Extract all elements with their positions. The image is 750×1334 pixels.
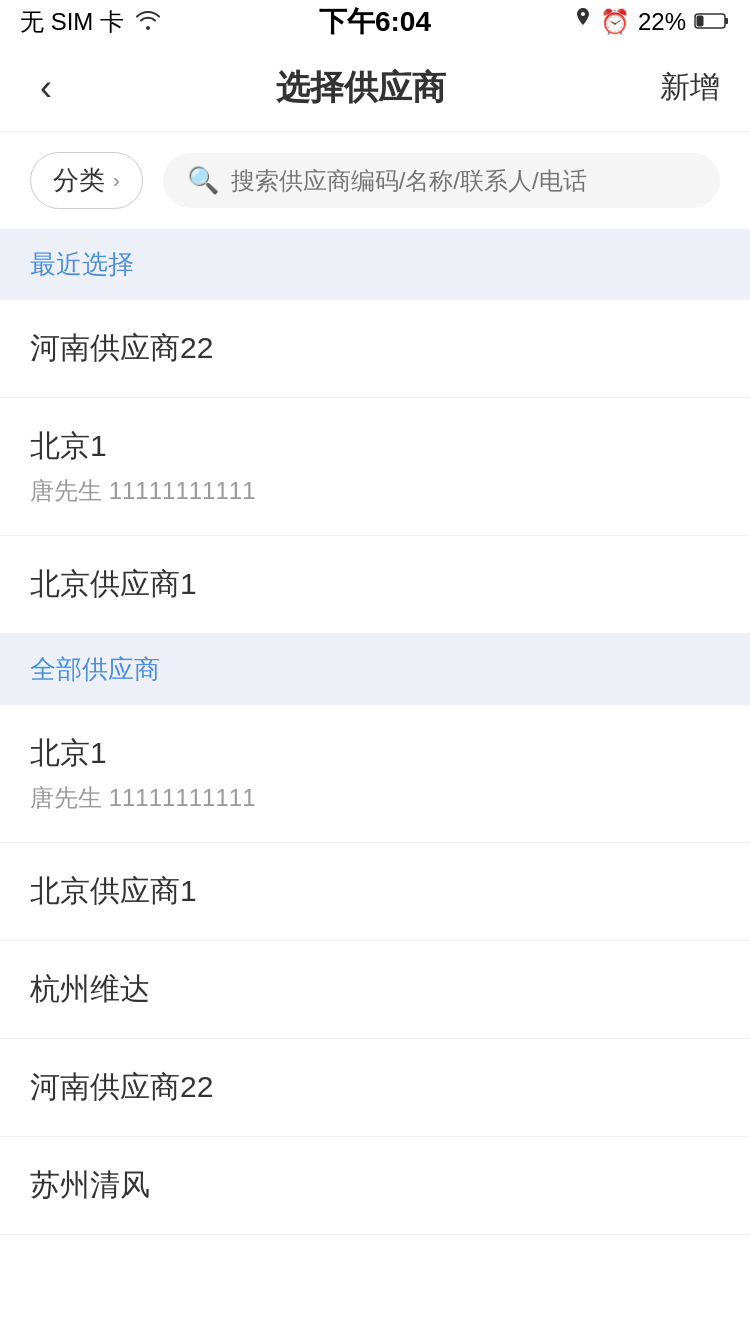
status-left: 无 SIM 卡: [20, 6, 162, 38]
list-item[interactable]: 北京供应商1: [0, 536, 750, 634]
all-list: 北京1 唐先生 11111111111 北京供应商1 杭州维达河南供应商22 苏州清风: [0, 705, 750, 1235]
search-box[interactable]: 🔍: [163, 153, 720, 208]
filter-bar: 分类 › 🔍: [0, 132, 750, 229]
nav-bar: ‹ 选择供应商 新增: [0, 44, 750, 132]
search-input[interactable]: [231, 167, 696, 195]
item-name: 北京供应商1: [30, 871, 720, 912]
list-item[interactable]: 北京1 唐先生 11111111111: [0, 398, 750, 536]
item-name: 河南供应商22: [30, 1067, 720, 1108]
add-button[interactable]: 新增: [660, 67, 720, 108]
svg-rect-2: [697, 16, 704, 27]
item-name: 北京1: [30, 733, 720, 774]
status-bar: 无 SIM 卡 下午6:04 ⏰ 22%: [0, 0, 750, 44]
list-item[interactable]: 河南供应商22: [0, 1039, 750, 1137]
carrier-text: 无 SIM 卡: [20, 6, 124, 38]
status-right: ⏰ 22%: [574, 8, 730, 36]
item-name: 河南供应商22: [30, 328, 720, 369]
item-name: 杭州维达: [30, 969, 720, 1010]
list-item[interactable]: 北京供应商1: [0, 843, 750, 941]
chevron-right-icon: ›: [113, 169, 120, 192]
back-button[interactable]: ‹: [30, 57, 62, 119]
recent-section-label: 最近选择: [30, 249, 134, 279]
battery-text: 22%: [638, 8, 686, 36]
category-label: 分类: [53, 163, 105, 198]
list-item[interactable]: 北京1 唐先生 11111111111: [0, 705, 750, 843]
page-title: 选择供应商: [276, 65, 446, 111]
recent-section-header: 最近选择: [0, 229, 750, 300]
svg-rect-1: [725, 18, 728, 24]
status-time: 下午6:04: [319, 3, 431, 41]
all-section-header: 全部供应商: [0, 634, 750, 705]
item-name: 苏州清风: [30, 1165, 720, 1206]
recent-list: 河南供应商22 北京1 唐先生 11111111111 北京供应商1: [0, 300, 750, 634]
item-name: 北京供应商1: [30, 564, 720, 605]
category-button[interactable]: 分类 ›: [30, 152, 143, 209]
search-icon: 🔍: [187, 165, 219, 196]
all-section-label: 全部供应商: [30, 654, 160, 684]
location-icon: [574, 8, 592, 36]
item-sub: 唐先生 11111111111: [30, 782, 720, 814]
battery-icon: [694, 8, 730, 36]
alarm-icon: ⏰: [600, 8, 630, 36]
item-name: 北京1: [30, 426, 720, 467]
list-item[interactable]: 杭州维达: [0, 941, 750, 1039]
wifi-icon: [134, 8, 162, 36]
list-item[interactable]: 河南供应商22: [0, 300, 750, 398]
item-sub: 唐先生 11111111111: [30, 475, 720, 507]
list-item[interactable]: 苏州清风: [0, 1137, 750, 1235]
